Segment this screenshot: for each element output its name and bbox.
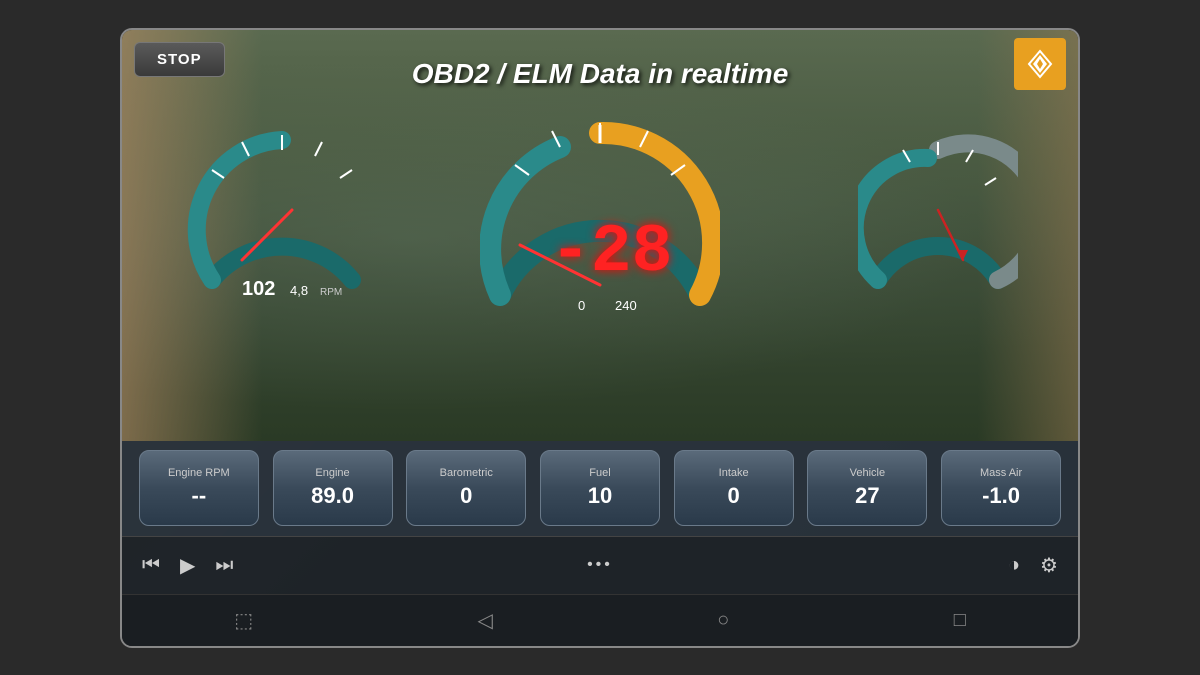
rpm-gauge-svg: 102 4,8 RPM: [182, 120, 382, 320]
card-vehicle-value: 27: [855, 483, 879, 509]
card-intake: Intake 0: [674, 450, 794, 526]
svg-text:0: 0: [578, 298, 585, 313]
screenshot-nav-icon[interactable]: ⬚: [234, 608, 253, 633]
card-engine-rpm-label: Engine RPM: [168, 467, 230, 479]
card-intake-value: 0: [728, 483, 740, 509]
more-options-button[interactable]: •••: [587, 556, 613, 574]
android-nav-bar: ⬚ ◁ ○ □: [122, 594, 1078, 646]
back-nav-button[interactable]: ◁: [477, 608, 492, 633]
playback-controls: ⏮ ▶ ⏭: [142, 553, 447, 578]
renault-icon: [1025, 49, 1055, 79]
prev-track-button[interactable]: ⏮: [142, 554, 160, 577]
card-fuel: Fuel 10: [540, 450, 660, 526]
next-track-button[interactable]: ⏭: [215, 554, 233, 577]
main-display: STOP OBD2 / ELM Data in realtime: [122, 30, 1078, 441]
card-engine-value: 89.0: [311, 483, 354, 509]
card-engine: Engine 89.0: [273, 450, 393, 526]
card-intake-label: Intake: [719, 467, 749, 479]
center-controls: •••: [447, 556, 752, 574]
card-engine-rpm-value: --: [192, 483, 207, 509]
app-frame: STOP OBD2 / ELM Data in realtime: [120, 28, 1080, 648]
display-icon[interactable]: ◑: [1008, 554, 1020, 577]
right-controls: ◑ ⚙: [753, 553, 1058, 578]
card-vehicle: Vehicle 27: [807, 450, 927, 526]
card-barometric-label: Barometric: [440, 467, 493, 479]
card-mass-air-label: Mass Air: [980, 467, 1022, 479]
speed-gauge: 0 240 -28: [480, 115, 720, 335]
svg-text:RPM: RPM: [320, 287, 342, 298]
svg-text:-28: -28: [550, 214, 672, 291]
svg-text:102: 102: [242, 278, 275, 300]
card-fuel-label: Fuel: [589, 467, 610, 479]
home-nav-button[interactable]: ○: [717, 609, 729, 632]
svg-text:240: 240: [615, 298, 637, 313]
play-button[interactable]: ▶: [180, 553, 195, 578]
settings-icon[interactable]: ⚙: [1040, 553, 1058, 578]
gauge-area: 102 4,8 RPM: [122, 110, 1078, 441]
right-gauge: [858, 130, 1018, 310]
control-bar: ⏮ ▶ ⏭ ••• ◑ ⚙: [122, 536, 1078, 594]
card-barometric: Barometric 0: [406, 450, 526, 526]
right-gauge-svg: [858, 130, 1018, 310]
card-mass-air: Mass Air -1.0: [941, 450, 1061, 526]
data-cards-row: Engine RPM -- Engine 89.0 Barometric 0 F…: [122, 441, 1078, 536]
card-barometric-value: 0: [460, 483, 472, 509]
card-vehicle-label: Vehicle: [850, 467, 885, 479]
card-engine-label: Engine: [315, 467, 349, 479]
rpm-gauge: 102 4,8 RPM: [182, 120, 382, 320]
card-fuel-value: 10: [588, 483, 612, 509]
card-engine-rpm: Engine RPM --: [139, 450, 259, 526]
stop-button[interactable]: STOP: [134, 42, 225, 77]
brand-logo: [1014, 38, 1066, 90]
app-title: OBD2 / ELM Data in realtime: [412, 58, 789, 90]
speed-gauge-svg: 0 240 -28: [480, 115, 720, 335]
recents-nav-button[interactable]: □: [954, 609, 966, 632]
svg-text:4,8: 4,8: [290, 283, 308, 298]
card-mass-air-value: -1.0: [982, 483, 1020, 509]
